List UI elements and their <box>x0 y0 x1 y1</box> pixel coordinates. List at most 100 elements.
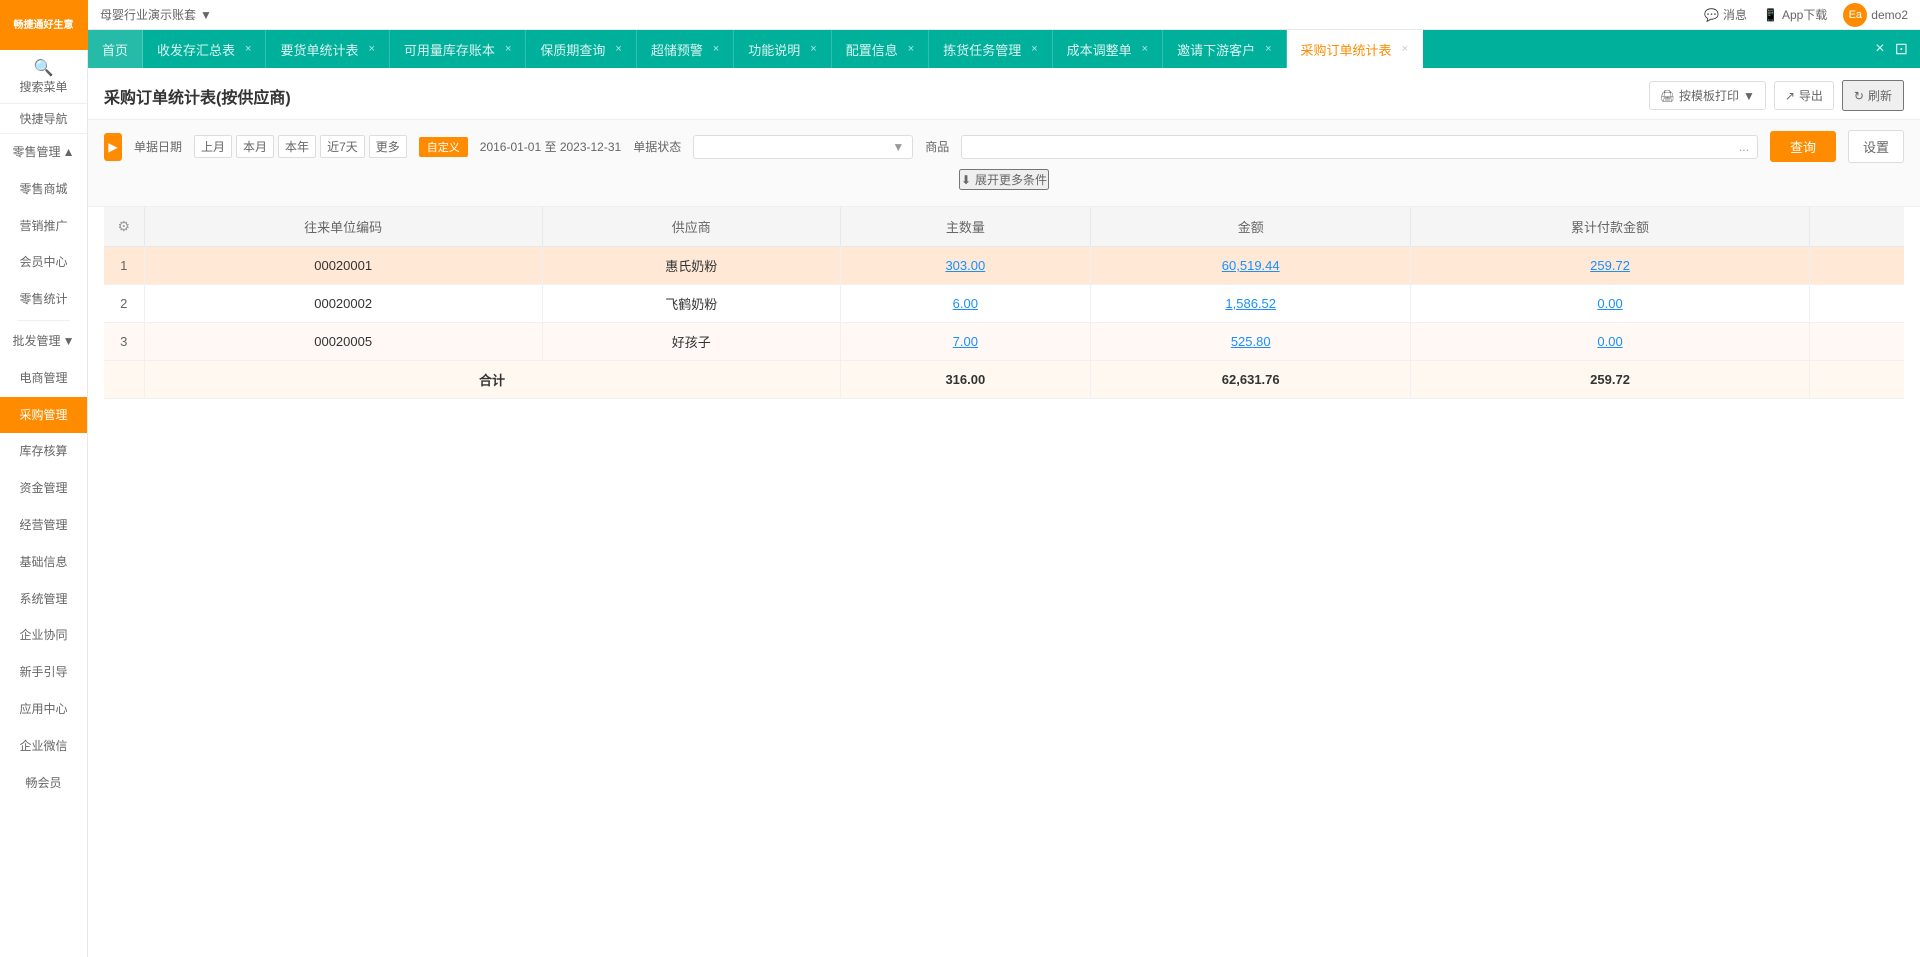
workspace-selector[interactable]: 母婴行业演示账套 ▼ <box>100 6 212 23</box>
sidebar-item-enterprise-wechat[interactable]: 企业微信 <box>0 728 87 765</box>
table-footer: 合计 316.00 62,631.76 259.72 <box>104 361 1904 399</box>
table-row[interactable]: 3 00020005 好孩子 7.00 525.80 0.00 <box>104 323 1904 361</box>
sidebar-item-finance[interactable]: 资金管理 <box>0 470 87 507</box>
refresh-button[interactable]: ↻ 刷新 <box>1842 80 1904 111</box>
close-icon[interactable]: × <box>713 43 719 55</box>
navtab-home[interactable]: 首页 <box>88 30 143 68</box>
sidebar-item-app-center[interactable]: 应用中心 <box>0 691 87 728</box>
close-icon[interactable]: × <box>1265 43 1271 55</box>
expand-more-label: 展开更多条件 <box>975 171 1047 188</box>
paid-link[interactable]: 259.72 <box>1590 258 1630 273</box>
sidebar-item-newbie-guide[interactable]: 新手引导 <box>0 654 87 691</box>
sidebar-item-label: 畅会员 <box>25 776 61 790</box>
date-more-btn[interactable]: 更多 <box>369 135 407 158</box>
close-icon[interactable]: × <box>505 43 511 55</box>
cell-amount: 60,519.44 <box>1091 247 1411 285</box>
sidebar-item-enterprise-collab[interactable]: 企业协同 <box>0 617 87 654</box>
app-download-btn[interactable]: 📱 App下载 <box>1763 6 1827 23</box>
navtab-requisition-stats[interactable]: 要货单统计表 × <box>266 30 389 68</box>
sidebar-item-member-center[interactable]: 会员中心 <box>0 244 87 281</box>
table-container: ⚙ 往来单位编码 供应商 主数量 金额 累计付款金额 1 00020001 <box>88 207 1920 957</box>
qty-link[interactable]: 7.00 <box>953 334 978 349</box>
paid-link[interactable]: 0.00 <box>1597 334 1622 349</box>
amount-link[interactable]: 60,519.44 <box>1222 258 1280 273</box>
print-button[interactable]: 🖨 按模板打印 ▼ <box>1649 81 1766 110</box>
navtab-available-inventory[interactable]: 可用量库存账本 × <box>390 30 526 68</box>
close-icon[interactable]: × <box>245 43 251 55</box>
navtab-overstock-warning[interactable]: 超储预警 × <box>637 30 734 68</box>
refresh-label: 刷新 <box>1868 87 1892 104</box>
amount-link[interactable]: 1,586.52 <box>1225 296 1276 311</box>
sidebar-divider-1 <box>17 320 69 321</box>
date-last-month-btn[interactable]: 上月 <box>194 135 232 158</box>
amount-link[interactable]: 525.80 <box>1231 334 1271 349</box>
sidebar-item-label: 零售商城 <box>19 182 67 196</box>
navtab-purchase-order-stats[interactable]: 采购订单统计表 × <box>1287 30 1423 68</box>
goods-input[interactable]: ... <box>961 135 1758 159</box>
close-icon[interactable]: × <box>1402 43 1408 55</box>
sidebar-item-retail-stats[interactable]: 零售统计 <box>0 281 87 318</box>
sidebar-item-retail-mgmt[interactable]: 零售管理 ▲ <box>0 134 87 171</box>
expand-more-btn[interactable]: ⬇ 展开更多条件 <box>959 169 1049 190</box>
close-icon[interactable]: × <box>810 43 816 55</box>
close-icon[interactable]: × <box>908 43 914 55</box>
navtab-cost-adjust[interactable]: 成本调整单 × <box>1053 30 1163 68</box>
message-btn[interactable]: 💬 消息 <box>1704 6 1747 23</box>
status-select[interactable]: ▼ <box>693 135 913 159</box>
sidebar-item-retail-mall[interactable]: 零售商城 <box>0 171 87 208</box>
navtab-expiry-query[interactable]: 保质期查询 × <box>526 30 636 68</box>
sidebar-item-marketing[interactable]: 营销推广 <box>0 208 87 245</box>
qty-link[interactable]: 6.00 <box>953 296 978 311</box>
sidebar-item-operations[interactable]: 经营管理 <box>0 507 87 544</box>
user-profile-btn[interactable]: Ea demo2 <box>1843 3 1908 27</box>
cell-amount: 525.80 <box>1091 323 1411 361</box>
restore-tabs-icon[interactable]: ⊡ <box>1891 39 1912 59</box>
sidebar-item-inventory[interactable]: 库存核算 <box>0 433 87 470</box>
table-row[interactable]: 1 00020001 惠氏奶粉 303.00 60,519.44 259.72 <box>104 247 1904 285</box>
more-ellipsis[interactable]: ... <box>1739 140 1749 154</box>
close-all-tabs-icon[interactable]: × <box>1871 40 1888 58</box>
export-button[interactable]: ↗ 导出 <box>1774 81 1834 110</box>
sidebar-item-purchase-mgmt[interactable]: 采购管理 <box>0 397 87 434</box>
topbar-right: 💬 消息 📱 App下载 Ea demo2 <box>1704 3 1908 27</box>
qty-link[interactable]: 303.00 <box>945 258 985 273</box>
settings-button[interactable]: 设置 <box>1848 130 1904 163</box>
settings-col-icon[interactable]: ⚙ <box>117 218 130 234</box>
table-header-row: ⚙ 往来单位编码 供应商 主数量 金额 累计付款金额 <box>104 207 1904 247</box>
date-this-year-btn[interactable]: 本年 <box>278 135 316 158</box>
footer-label: 合计 <box>144 361 840 399</box>
sidebar-item-basic-info[interactable]: 基础信息 <box>0 544 87 581</box>
filter-collapse-btn[interactable]: ▶ <box>104 133 122 161</box>
sidebar-search-item[interactable]: 🔍 搜索菜单 <box>0 50 87 104</box>
navtab-invite-downstream[interactable]: 邀请下游客户 × <box>1163 30 1286 68</box>
sidebar-item-label: 新手引导 <box>19 665 67 679</box>
navtab-label: 功能说明 <box>748 40 800 59</box>
th-paid: 累计付款金额 <box>1411 207 1809 247</box>
table-row[interactable]: 2 00020002 飞鹤奶粉 6.00 1,586.52 0.00 <box>104 285 1904 323</box>
sidebar-item-system-mgmt[interactable]: 系统管理 <box>0 581 87 618</box>
close-icon[interactable]: × <box>1142 43 1148 55</box>
date-last-7days-btn[interactable]: 近7天 <box>320 135 365 158</box>
navtab-label: 拣货任务管理 <box>943 40 1021 59</box>
sidebar: 畅捷通好生意 🔍 搜索菜单 快捷导航 零售管理 ▲ 零售商城 营销推广 会员中心… <box>0 0 88 957</box>
sidebar-item-ecommerce[interactable]: 电商管理 <box>0 360 87 397</box>
close-icon[interactable]: × <box>1031 43 1037 55</box>
query-button[interactable]: 查询 <box>1770 131 1836 162</box>
date-custom-badge[interactable]: 自定义 <box>419 137 468 157</box>
navtab-pick-task-mgmt[interactable]: 拣货任务管理 × <box>929 30 1052 68</box>
navtab-config-info[interactable]: 配置信息 × <box>832 30 929 68</box>
paid-link[interactable]: 0.00 <box>1597 296 1622 311</box>
date-this-month-btn[interactable]: 本月 <box>236 135 274 158</box>
printer-icon: 🖨 <box>1660 89 1675 103</box>
navtab-function-desc[interactable]: 功能说明 × <box>734 30 831 68</box>
cell-paid: 0.00 <box>1411 323 1809 361</box>
cell-amount: 1,586.52 <box>1091 285 1411 323</box>
sidebar-item-member[interactable]: 畅会员 <box>0 765 87 802</box>
close-icon[interactable]: × <box>615 43 621 55</box>
sidebar-item-wholesale-mgmt[interactable]: 批发管理 ▼ <box>0 323 87 360</box>
close-icon[interactable]: × <box>368 43 374 55</box>
navtab-receive-send-summary[interactable]: 收发存汇总表 × <box>143 30 266 68</box>
sidebar-quicknav-item[interactable]: 快捷导航 <box>0 104 87 134</box>
chevron-down-icon: ▼ <box>63 333 75 350</box>
avatar: Ea <box>1843 3 1867 27</box>
